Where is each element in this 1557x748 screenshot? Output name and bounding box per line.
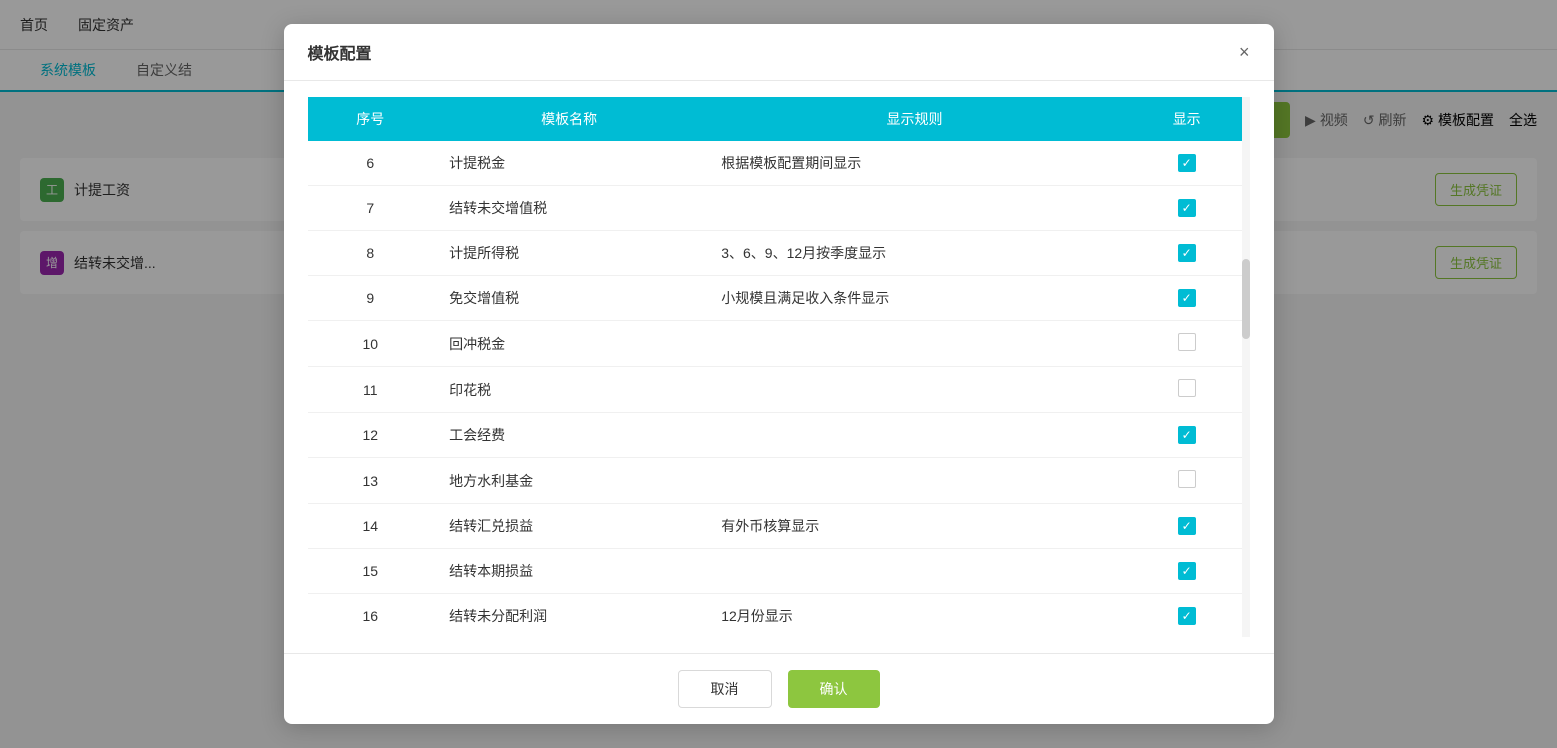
cell-name: 计提税金 [433,141,705,186]
cell-rule [705,321,1124,367]
cell-no: 7 [308,186,434,231]
table-body: 6计提税金根据模板配置期间显示7结转未交增值税8计提所得税3、6、9、12月按季… [308,141,1250,637]
cell-rule [705,186,1124,231]
table-row: 9免交增值税小规模且满足收入条件显示 [308,276,1250,321]
cell-no: 8 [308,231,434,276]
checkbox-16[interactable] [1178,607,1196,625]
cell-rule: 小规模且满足收入条件显示 [705,276,1124,321]
checkbox-15[interactable] [1178,562,1196,580]
cell-checkbox [1124,504,1250,549]
cell-checkbox [1124,458,1250,504]
dialog-overlay: 模板配置 × 序号 模板名称 显示规则 显示 6计提税金根据模板配置期间显 [0,0,1557,748]
cell-checkbox [1124,413,1250,458]
cell-rule: 3、6、9、12月按季度显示 [705,231,1124,276]
cell-no: 10 [308,321,434,367]
cell-name: 计提所得税 [433,231,705,276]
checkbox-9[interactable] [1178,289,1196,307]
checkbox-8[interactable] [1178,244,1196,262]
cell-checkbox [1124,276,1250,321]
cell-name: 结转汇兑损益 [433,504,705,549]
col-header-rule: 显示规则 [705,97,1124,141]
table-row: 14结转汇兑损益有外币核算显示 [308,504,1250,549]
confirm-button[interactable]: 确认 [788,670,880,708]
scrollbar-thumb[interactable] [1242,259,1250,339]
cell-name: 地方水利基金 [433,458,705,504]
table-row: 6计提税金根据模板配置期间显示 [308,141,1250,186]
cell-no: 16 [308,594,434,638]
cell-checkbox [1124,141,1250,186]
cell-name: 免交增值税 [433,276,705,321]
dialog-footer: 取消 确认 [284,653,1274,724]
cell-no: 14 [308,504,434,549]
cell-rule: 有外币核算显示 [705,504,1124,549]
scrollbar-track [1242,97,1250,637]
table-row: 10回冲税金 [308,321,1250,367]
col-header-name: 模板名称 [433,97,705,141]
table-row: 16结转未分配利润12月份显示 [308,594,1250,638]
dialog-close-button[interactable]: × [1239,43,1250,61]
dialog-title: 模板配置 [308,40,372,64]
cell-name: 工会经费 [433,413,705,458]
cell-rule: 根据模板配置期间显示 [705,141,1124,186]
checkbox-11[interactable] [1178,379,1196,397]
cell-checkbox [1124,186,1250,231]
template-table: 序号 模板名称 显示规则 显示 6计提税金根据模板配置期间显示7结转未交增值税8… [308,97,1250,637]
dialog-body: 序号 模板名称 显示规则 显示 6计提税金根据模板配置期间显示7结转未交增值税8… [284,81,1274,653]
table-row: 15结转本期损益 [308,549,1250,594]
cell-rule [705,367,1124,413]
checkbox-6[interactable] [1178,154,1196,172]
cell-rule [705,413,1124,458]
cell-checkbox [1124,231,1250,276]
cell-checkbox [1124,321,1250,367]
col-header-display: 显示 [1124,97,1250,141]
col-header-no: 序号 [308,97,434,141]
cell-no: 11 [308,367,434,413]
cell-no: 12 [308,413,434,458]
cell-rule: 12月份显示 [705,594,1124,638]
cell-no: 13 [308,458,434,504]
table-header: 序号 模板名称 显示规则 显示 [308,97,1250,141]
cell-rule [705,549,1124,594]
table-container[interactable]: 序号 模板名称 显示规则 显示 6计提税金根据模板配置期间显示7结转未交增值税8… [308,97,1250,637]
cell-checkbox [1124,367,1250,413]
dialog-header: 模板配置 × [284,24,1274,81]
checkbox-14[interactable] [1178,517,1196,535]
cell-rule [705,458,1124,504]
cell-no: 15 [308,549,434,594]
cell-no: 9 [308,276,434,321]
table-row: 8计提所得税3、6、9、12月按季度显示 [308,231,1250,276]
cell-no: 6 [308,141,434,186]
checkbox-7[interactable] [1178,199,1196,217]
cell-name: 结转未交增值税 [433,186,705,231]
table-row: 7结转未交增值税 [308,186,1250,231]
cell-checkbox [1124,594,1250,638]
cancel-button[interactable]: 取消 [678,670,772,708]
cell-name: 回冲税金 [433,321,705,367]
checkbox-13[interactable] [1178,470,1196,488]
cell-checkbox [1124,549,1250,594]
table-row: 13地方水利基金 [308,458,1250,504]
table-row: 11印花税 [308,367,1250,413]
checkbox-10[interactable] [1178,333,1196,351]
table-row: 12工会经费 [308,413,1250,458]
cell-name: 结转本期损益 [433,549,705,594]
template-config-dialog: 模板配置 × 序号 模板名称 显示规则 显示 6计提税金根据模板配置期间显 [284,24,1274,724]
cell-name: 结转未分配利润 [433,594,705,638]
checkbox-12[interactable] [1178,426,1196,444]
cell-name: 印花税 [433,367,705,413]
